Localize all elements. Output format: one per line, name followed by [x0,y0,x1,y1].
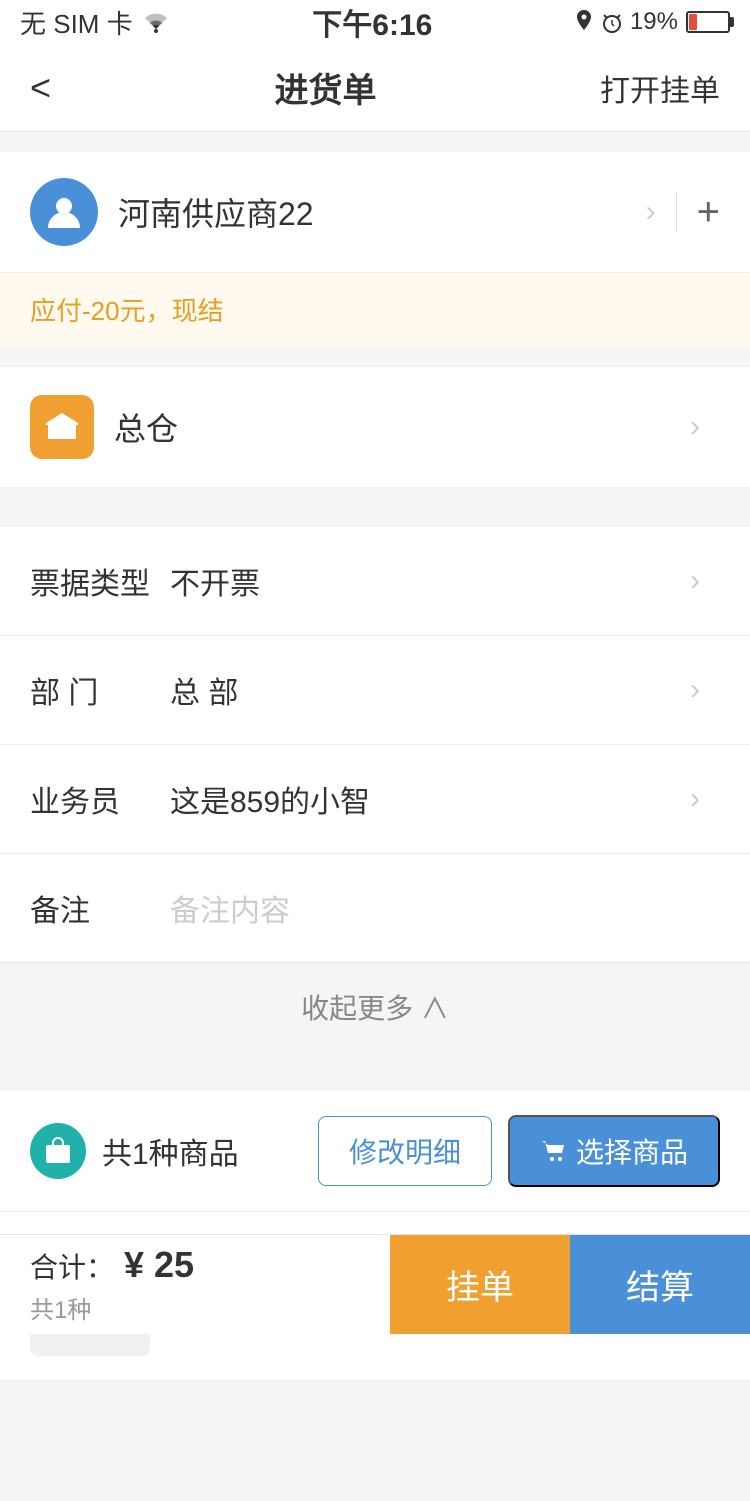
total-sub: 共1种 [30,1290,360,1325]
salesperson-value: 这是859的小智 [150,777,690,821]
section-gap-1 [0,132,750,152]
nav-bar: < 进货单 打开挂单 [0,44,750,132]
department-chevron-icon: › [690,673,700,707]
supplier-chevron-icon: › [646,195,656,229]
department-label: 部 门 [30,668,150,712]
form-section: 票据类型 不开票 › 部 门 总 部 › 业务员 这是859的小智 › 备注 备… [0,527,750,962]
back-button[interactable]: < [30,67,51,109]
department-value: 总 部 [150,668,690,712]
invoice-type-row[interactable]: 票据类型 不开票 › [0,527,750,636]
alarm-icon [600,10,624,34]
product-icon [30,1123,86,1179]
bag-icon [42,1135,74,1167]
add-supplier-button[interactable]: + [697,190,720,235]
supplier-avatar [30,178,98,246]
supplier-row[interactable]: 河南供应商22 › + [0,152,750,273]
remark-label: 备注 [30,886,150,930]
user-icon [44,192,84,232]
open-hang-button[interactable]: 打开挂单 [600,66,720,110]
supplier-section: 河南供应商22 › + 应付-20元，现结 [0,152,750,346]
section-gap-4 [0,1051,750,1071]
total-amount: ¥ 25 [124,1244,194,1286]
salesperson-row[interactable]: 业务员 这是859的小智 › [0,745,750,854]
total-section: 合计： ¥ 25 共1种 [0,1235,390,1334]
section-gap-3 [0,487,750,507]
cart-icon [540,1139,568,1163]
battery-icon [686,11,730,33]
status-bar: 无 SIM 卡 下午6:16 19% [0,0,750,44]
divider [676,192,677,232]
carrier-label: 无 SIM 卡 [20,4,133,41]
salesperson-chevron-icon: › [690,782,700,816]
page-title: 进货单 [275,63,377,112]
notice-bar: 应付-20元，现结 [0,273,750,346]
location-icon [574,10,594,34]
select-product-label: 选择商品 [576,1131,688,1171]
section-gap-2 [0,346,750,366]
warehouse-icon-wrap [30,395,94,459]
wifi-icon [141,11,171,33]
department-row[interactable]: 部 门 总 部 › [0,636,750,745]
edit-detail-button[interactable]: 修改明细 [318,1116,492,1186]
checkout-button[interactable]: 结算 [570,1235,750,1334]
product-header: 共1种商品 修改明细 选择商品 [0,1091,750,1212]
invoice-type-value: 不开票 [150,559,690,603]
status-time: 下午6:16 [312,0,432,44]
warehouse-icon [44,409,80,445]
status-left: 无 SIM 卡 [20,4,171,41]
remark-value: 备注内容 [150,886,720,930]
warehouse-name: 总仓 [114,404,690,450]
select-product-button[interactable]: 选择商品 [508,1115,720,1187]
remark-row[interactable]: 备注 备注内容 [0,854,750,962]
warehouse-row[interactable]: 总仓 › [0,366,750,487]
status-right: 19% [574,8,730,36]
collapse-bar[interactable]: 收起更多 ∧ [0,962,750,1051]
hang-button[interactable]: 挂单 [390,1235,570,1334]
warehouse-chevron-icon: › [690,410,700,444]
supplier-name: 河南供应商22 [118,189,646,235]
total-label: 合计： [30,1246,114,1286]
total-label-row: 合计： ¥ 25 [30,1244,360,1286]
invoice-type-label: 票据类型 [30,559,150,603]
salesperson-label: 业务员 [30,777,150,821]
bottom-bar: 合计： ¥ 25 共1种 挂单 结算 [0,1234,750,1334]
product-count: 共1种商品 [102,1129,318,1173]
invoice-type-chevron-icon: › [690,564,700,598]
battery-percent: 19% [630,8,678,36]
warehouse-section: 总仓 › [0,366,750,487]
bottom-spacer [0,1381,750,1501]
